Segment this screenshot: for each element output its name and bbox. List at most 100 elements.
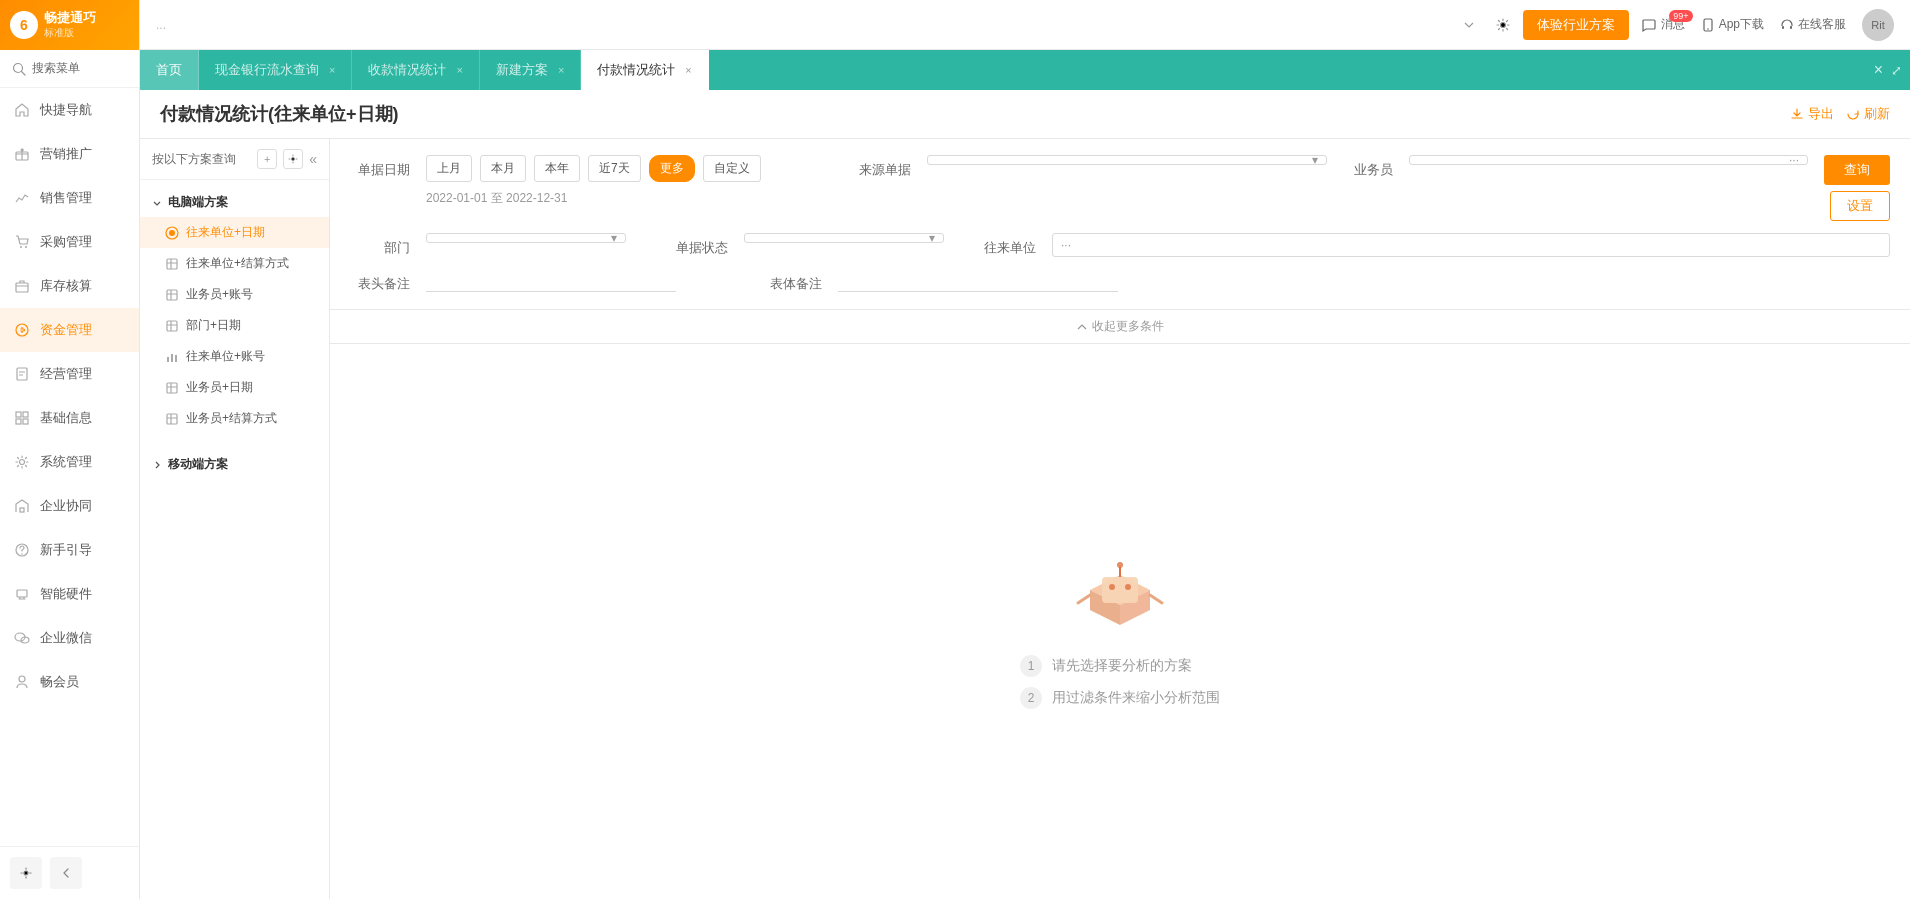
sidebar-item-quick-nav[interactable]: 快捷导航 — [0, 88, 139, 132]
tab-close-icon[interactable]: × — [558, 64, 564, 76]
last-7days-btn[interactable]: 近7天 — [588, 155, 641, 182]
tab-close-icon[interactable]: × — [329, 64, 335, 76]
svg-point-20 — [24, 871, 28, 875]
empty-msg-1: 1 请先选择要分析的方案 — [1020, 655, 1220, 677]
svg-point-44 — [1117, 562, 1123, 568]
tab-expand-btn[interactable]: ⤢ — [1891, 63, 1902, 78]
sidebar-item-sales[interactable]: 销售管理 — [0, 176, 139, 220]
sidebar-item-marketing[interactable]: 营销推广 — [0, 132, 139, 176]
sidebar-item-finance[interactable]: 资金管理 — [0, 308, 139, 352]
top-header: ... 体验行业方案 消息 99+ App下载 在线客服 Rit — [140, 0, 1910, 50]
source-select[interactable]: ▾ — [927, 155, 1326, 165]
plan-item-staff-settle[interactable]: 业务员+结算方式 — [140, 403, 329, 434]
dept-select[interactable]: ▾ — [426, 233, 626, 243]
tab-home[interactable]: 首页 — [140, 50, 199, 90]
table-icon — [164, 256, 180, 272]
sidebar-item-guide[interactable]: 新手引导 — [0, 528, 139, 572]
mobile-plan-section-title[interactable]: 移动端方案 — [140, 450, 329, 479]
sidebar-item-basic[interactable]: 基础信息 — [0, 396, 139, 440]
plan-item-label: 往来单位+账号 — [186, 348, 265, 365]
sidebar-item-member[interactable]: 畅会员 — [0, 660, 139, 704]
this-year-btn[interactable]: 本年 — [534, 155, 580, 182]
tab-close-active-icon[interactable]: × — [685, 64, 691, 76]
svg-rect-29 — [167, 259, 177, 269]
empty-illustration — [1060, 535, 1180, 635]
collapse-sidebar-btn[interactable] — [50, 857, 82, 889]
status-arrow-icon: ▾ — [929, 231, 935, 245]
chevron-down-icon — [1463, 19, 1475, 31]
counterpart-select[interactable]: ··· — [1052, 233, 1890, 257]
report-icon — [12, 364, 32, 384]
plan-item-staff-date[interactable]: 业务员+日期 — [140, 372, 329, 403]
refresh-icon — [1846, 107, 1860, 121]
head-note-input[interactable] — [426, 269, 676, 292]
svg-point-6 — [16, 324, 28, 336]
chevron-down-small-icon — [152, 198, 162, 208]
home-icon — [12, 100, 32, 120]
svg-rect-31 — [167, 321, 177, 331]
export-btn[interactable]: 导出 — [1790, 105, 1834, 123]
tab-close-all-btn[interactable]: × — [1874, 61, 1883, 79]
staff-arrow-icon: ··· — [1789, 153, 1799, 167]
svg-point-3 — [20, 246, 22, 248]
status-select[interactable]: ▾ — [744, 233, 944, 243]
content-area: 付款情况统计(往来单位+日期) 导出 刷新 按以下方案查询 + — [140, 90, 1910, 899]
svg-rect-11 — [23, 419, 28, 424]
sidebar-item-inventory[interactable]: 库存核算 — [0, 264, 139, 308]
refresh-btn[interactable]: 刷新 — [1846, 105, 1890, 123]
tab-bar-btns: × ⤢ — [1866, 50, 1910, 90]
member-icon — [12, 672, 32, 692]
add-plan-btn[interactable]: + — [257, 149, 277, 169]
query-btn[interactable]: 查询 — [1824, 155, 1890, 185]
sidebar-item-enterprise[interactable]: 企业协同 — [0, 484, 139, 528]
pc-plan-section-title[interactable]: 电脑端方案 — [140, 188, 329, 217]
collapse-filter-bar[interactable]: 收起更多条件 — [330, 310, 1910, 344]
collapse-left-panel-btn[interactable]: « — [309, 151, 317, 167]
sidebar-item-system[interactable]: 系统管理 — [0, 440, 139, 484]
sidebar-item-operation[interactable]: 经营管理 — [0, 352, 139, 396]
svg-rect-13 — [20, 508, 24, 512]
custom-btn[interactable]: 自定义 — [703, 155, 761, 182]
service-btn[interactable]: 在线客服 — [1780, 16, 1846, 33]
gift-icon — [12, 144, 32, 164]
user-avatar[interactable]: Rit — [1862, 9, 1894, 41]
tab-collection-stats[interactable]: 收款情况统计 × — [352, 50, 479, 90]
msg-btn[interactable]: 消息 99+ — [1641, 16, 1685, 33]
search-menu[interactable]: 搜索菜单 — [0, 50, 139, 88]
sidebar-item-hardware[interactable]: 智能硬件 — [0, 572, 139, 616]
tab-payment-stats[interactable]: 付款情况统计 × — [581, 50, 708, 90]
tab-new-plan[interactable]: 新建方案 × — [480, 50, 581, 90]
page-header: 付款情况统计(往来单位+日期) 导出 刷新 — [140, 90, 1910, 139]
empty-state: 1 请先选择要分析的方案 2 用过滤条件来缩小分析范围 — [330, 344, 1910, 899]
plan-item-unit-date[interactable]: 往来单位+日期 — [140, 217, 329, 248]
headset-icon — [1780, 18, 1794, 32]
plan-item-label: 业务员+结算方式 — [186, 410, 277, 427]
app-download-btn[interactable]: App下载 — [1701, 16, 1764, 33]
tab-bank-flow[interactable]: 现金银行流水查询 × — [199, 50, 352, 90]
trial-btn[interactable]: 体验行业方案 — [1523, 10, 1629, 40]
settings-filter-btn[interactable]: 设置 — [1830, 191, 1890, 221]
content-body: 按以下方案查询 + « 电脑端方案 — [140, 139, 1910, 899]
gear-footer-btn[interactable] — [10, 857, 42, 889]
manage-plan-btn[interactable] — [283, 149, 303, 169]
table-icon-3 — [164, 318, 180, 334]
status-select-wrapper: ▾ — [744, 233, 944, 243]
tab-bar: 首页 现金银行流水查询 × 收款情况统计 × 新建方案 × 付款情况统计 × ×… — [140, 50, 1910, 90]
plan-item-staff-account[interactable]: 业务员+账号 — [140, 279, 329, 310]
this-month-btn[interactable]: 本月 — [480, 155, 526, 182]
staff-select[interactable]: ··· — [1409, 155, 1808, 165]
settings-btn-header[interactable] — [1495, 17, 1511, 33]
plan-item-dept-date[interactable]: 部门+日期 — [140, 310, 329, 341]
last-month-btn[interactable]: 上月 — [426, 155, 472, 182]
nav-label: 库存核算 — [40, 277, 92, 295]
body-note-input[interactable] — [838, 269, 1118, 292]
tab-close-icon[interactable]: × — [456, 64, 462, 76]
sidebar-item-purchase[interactable]: 采购管理 — [0, 220, 139, 264]
more-btn[interactable]: 更多 — [649, 155, 695, 182]
sidebar-item-wechat[interactable]: 企业微信 — [0, 616, 139, 660]
app-label: App下载 — [1719, 16, 1764, 33]
sidebar: 6 畅捷通巧 标准版 搜索菜单 快捷导航 营销推广 — [0, 0, 140, 899]
svg-point-23 — [1707, 28, 1709, 30]
plan-item-unit-account[interactable]: 往来单位+账号 — [140, 341, 329, 372]
plan-item-unit-settle[interactable]: 往来单位+结算方式 — [140, 248, 329, 279]
